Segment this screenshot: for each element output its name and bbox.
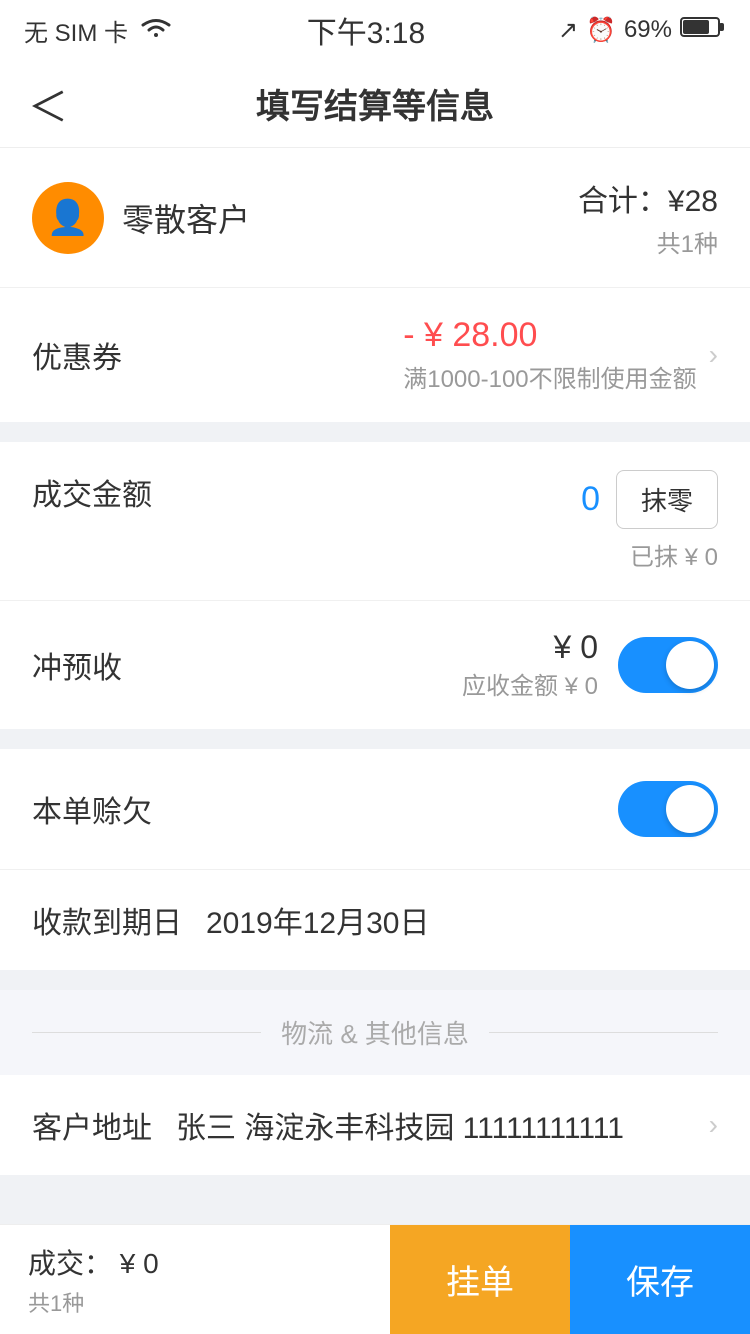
logistics-line-left [32,1032,261,1033]
transaction-value[interactable]: 0 [560,480,600,519]
battery-percent: 69% [624,16,672,44]
logistics-header: 物流 & 其他信息 [0,990,750,1075]
transaction-sub: 已抹 ¥ 0 [630,537,718,572]
back-button[interactable]: ＜ [28,75,68,133]
prepay-amount: ¥ 0 [462,629,598,666]
address-value: 张三 海淀永丰科技园 11111111111 [176,1103,697,1147]
transaction-label: 成交金额 [32,470,152,514]
overdue-toggle-knob [666,785,714,833]
logistics-line-right [489,1032,718,1033]
avatar-icon: 👤 [47,198,89,238]
bottom-info: 成交： ¥ 0 共1种 [0,1225,390,1334]
coupon-description: 满1000-100不限制使用金额 [403,359,696,394]
prepay-row: 冲预收 ¥ 0 应收金额 ¥ 0 [0,600,750,729]
page-title: 填写结算等信息 [256,79,494,128]
coupon-arrow-icon: › [709,339,718,371]
due-date-row: 收款到期日 2019年12月30日 [0,869,750,970]
hold-button[interactable]: 挂单 [390,1225,570,1334]
customer-count: 共1种 [578,224,718,259]
wifi-icon [138,13,174,48]
overdue-section: 本单赊欠 收款到期日 2019年12月30日 [0,749,750,970]
transaction-row: 成交金额 0 抹零 已抹 ¥ 0 [0,442,750,600]
coupon-label: 优惠券 [32,333,122,377]
prepay-sub: 应收金额 ¥ 0 [462,666,598,701]
customer-left: 👤 零散客户 [32,182,250,254]
prepay-label: 冲预收 [32,643,122,687]
overdue-toggle[interactable] [618,781,718,837]
address-arrow-icon: › [709,1109,718,1141]
due-date-value: 2019年12月30日 [206,898,429,942]
status-left: 无 SIM 卡 [24,13,174,48]
customer-section: 👤 零散客户 合计：¥28 共1种 优惠券 - ¥ 28.00 满1000-10… [0,148,750,422]
overdue-label: 本单赊欠 [32,787,152,831]
coupon-discount: - ¥ 28.00 [403,316,696,355]
address-label: 客户地址 [32,1103,152,1147]
status-bar: 无 SIM 卡 下午3:18 ↗ ⏰ 69% [0,0,750,60]
transaction-section: 成交金额 0 抹零 已抹 ¥ 0 冲预收 ¥ 0 应收金额 ¥ 0 [0,442,750,729]
customer-name: 零散客户 [122,195,250,241]
status-right: ↗ ⏰ 69% [558,15,726,46]
sim-status: 无 SIM 卡 [24,13,128,48]
address-row[interactable]: 客户地址 张三 海淀永丰科技园 11111111111 › [0,1075,750,1175]
prepay-toggle[interactable] [618,637,718,693]
bottom-deal-count: 共1种 [28,1286,362,1318]
coupon-row[interactable]: 优惠券 - ¥ 28.00 满1000-100不限制使用金额 › [0,287,750,422]
logistics-title: 物流 & 其他信息 [281,1014,469,1051]
nav-bar: ＜ 填写结算等信息 [0,60,750,148]
battery-icon [680,15,726,46]
alarm-icon: ⏰ [586,16,616,45]
toggle-knob [666,641,714,689]
customer-avatar: 👤 [32,182,104,254]
status-time: 下午3:18 [307,8,425,52]
round-button[interactable]: 抹零 [616,470,718,529]
customer-right: 合计：¥28 共1种 [578,176,718,259]
logistics-section: 物流 & 其他信息 客户地址 张三 海淀永丰科技园 11111111111 › [0,990,750,1175]
location-icon: ↗ [558,16,578,45]
customer-total: 合计：¥28 [578,176,718,220]
due-date-label: 收款到期日 [32,898,182,942]
overdue-row: 本单赊欠 [0,749,750,869]
save-button[interactable]: 保存 [570,1225,750,1334]
bottom-bar: 成交： ¥ 0 共1种 挂单 保存 [0,1224,750,1334]
customer-row: 👤 零散客户 合计：¥28 共1种 [0,148,750,287]
bottom-deal-amount: 成交： ¥ 0 [28,1242,362,1282]
